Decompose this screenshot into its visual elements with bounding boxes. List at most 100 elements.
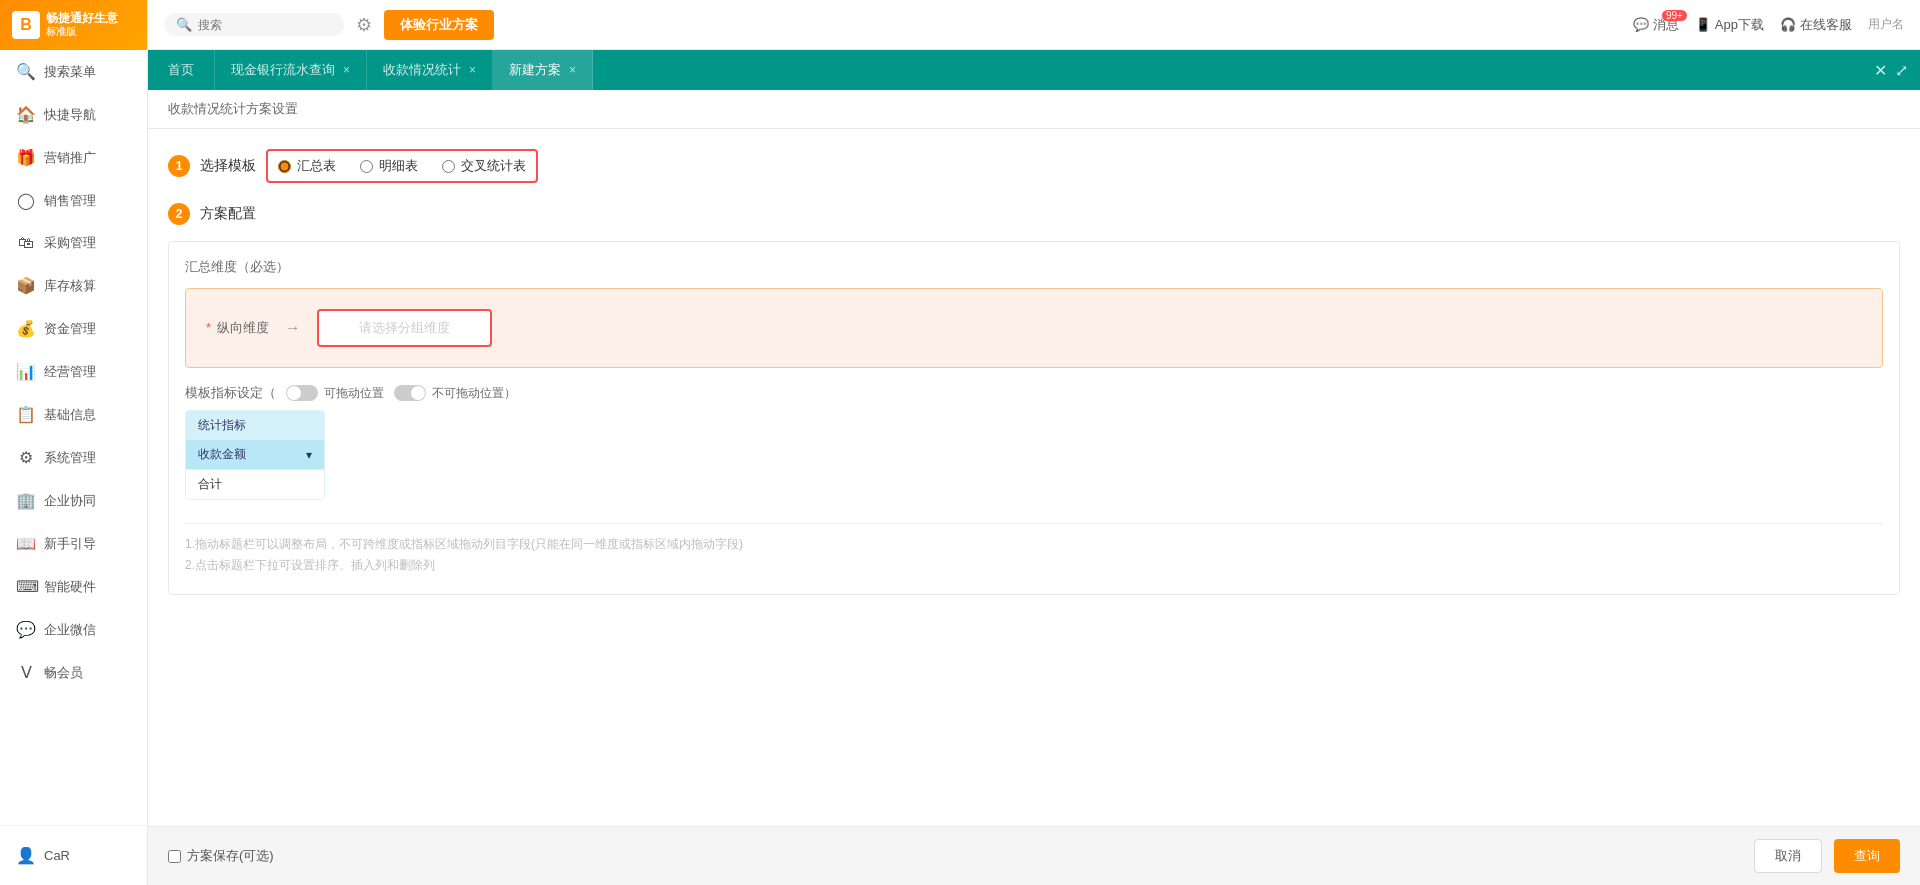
step2-title: 方案配置	[200, 205, 256, 223]
home-icon: 🏠	[16, 105, 36, 124]
trial-button[interactable]: 体验行业方案	[384, 10, 494, 40]
toggle-track-non-draggable[interactable]	[394, 385, 426, 401]
system-icon: ⚙	[16, 448, 36, 467]
enterprise-icon: 🏢	[16, 491, 36, 510]
tabbar: 首页 现金银行流水查询 × 收款情况统计 × 新建方案 × ✕ ⤢	[148, 50, 1920, 90]
sidebar-item-label: 库存核算	[44, 277, 96, 295]
step2-section: 2 方案配置 汇总维度（必选） * 纵向维度 → 请选择分组维度	[168, 203, 1900, 595]
template-options: 汇总表 明细表 交叉统计表	[266, 149, 538, 183]
inventory-icon: 📦	[16, 276, 36, 295]
service-icon: 🎧	[1780, 17, 1796, 32]
sidebar-item-label: 系统管理	[44, 449, 96, 467]
page-header: 收款情况统计方案设置	[148, 90, 1920, 129]
search-icon: 🔍	[176, 17, 192, 32]
form-container: 1 选择模板 汇总表 明细表 交叉统计表	[148, 129, 1920, 826]
tab-collection[interactable]: 收款情况统计 ×	[367, 50, 493, 90]
download-button[interactable]: 📱 App下载	[1695, 16, 1764, 34]
cancel-button[interactable]: 取消	[1754, 839, 1822, 873]
sidebar-item-finance[interactable]: 💰 资金管理	[0, 307, 147, 350]
save-checkbox[interactable]	[168, 850, 181, 863]
draggable-toggle[interactable]: 可拖动位置	[286, 385, 384, 402]
template-summary[interactable]: 汇总表	[278, 157, 336, 175]
close-window-icon[interactable]: ✕	[1874, 61, 1887, 80]
topbar-right: 💬 消息 99+ 📱 App下载 🎧 在线客服 用户名	[1633, 16, 1904, 34]
sidebar-item-label: CaR	[44, 848, 70, 863]
tab-collection-close[interactable]: ×	[469, 63, 476, 77]
query-button[interactable]: 查询	[1834, 839, 1900, 873]
sidebar-item-operations[interactable]: 📊 经营管理	[0, 350, 147, 393]
save-checkbox-label[interactable]: 方案保存(可选)	[168, 847, 274, 865]
search-box[interactable]: 🔍	[164, 13, 344, 36]
tab-new-plan[interactable]: 新建方案 ×	[493, 50, 593, 90]
sales-icon: ◯	[16, 191, 36, 210]
message-button[interactable]: 💬 消息 99+	[1633, 16, 1679, 34]
indicator-label: 模板指标设定（ 可拖动位置 不可拖	[185, 384, 1883, 402]
sidebar-item-wechat[interactable]: 💬 企业微信	[0, 608, 147, 651]
template-summary-label: 汇总表	[297, 157, 336, 175]
indicator-row-total: 合计	[186, 469, 324, 499]
vertical-dimension-label: * 纵向维度	[206, 319, 269, 337]
sidebar-item-hardware[interactable]: ⌨ 智能硬件	[0, 565, 147, 608]
basics-icon: 📋	[16, 405, 36, 424]
tab-bank[interactable]: 现金银行流水查询 ×	[215, 50, 367, 90]
hardware-icon: ⌨	[16, 577, 36, 596]
settings-icon[interactable]: ⚙	[356, 14, 372, 36]
app-name: 畅捷通好生意	[46, 11, 118, 25]
sidebar-item-label: 新手引导	[44, 535, 96, 553]
required-mark: *	[206, 320, 211, 335]
dimension-select[interactable]: 请选择分组维度	[317, 309, 492, 347]
toggle-thumb-non	[411, 386, 425, 400]
sidebar-item-label: 营销推广	[44, 149, 96, 167]
sidebar-item-label: 快捷导航	[44, 106, 96, 124]
sidebar-item-newbie[interactable]: 📖 新手引导	[0, 522, 147, 565]
tip1: 1.拖动标题栏可以调整布局，不可跨维度或指标区域拖动列目字段(只能在同一维度或指…	[185, 536, 1883, 553]
app-edition: 标准版	[46, 25, 118, 39]
template-cross[interactable]: 交叉统计表	[442, 157, 526, 175]
maximize-icon[interactable]: ⤢	[1895, 61, 1908, 80]
search-input[interactable]	[198, 18, 318, 32]
template-detail[interactable]: 明细表	[360, 157, 418, 175]
sidebar-item-search[interactable]: 🔍 搜索菜单	[0, 50, 147, 93]
sidebar-item-system[interactable]: ⚙ 系统管理	[0, 436, 147, 479]
config-section: 汇总维度（必选） * 纵向维度 → 请选择分组维度	[168, 241, 1900, 595]
indicator-row-label: 合计	[198, 477, 222, 491]
sidebar-item-basics[interactable]: 📋 基础信息	[0, 393, 147, 436]
sidebar-item-inventory[interactable]: 📦 库存核算	[0, 264, 147, 307]
template-summary-radio[interactable]	[278, 160, 291, 173]
tab-new-plan-label: 新建方案	[509, 61, 561, 79]
user-label[interactable]: 用户名	[1868, 16, 1904, 33]
indicator-col-header[interactable]: 收款金额 ▾	[186, 440, 324, 469]
non-draggable-label: 不可拖动位置）	[432, 385, 516, 402]
main-content: 🔍 ⚙ 体验行业方案 💬 消息 99+ 📱 App下载 🎧 在线客服 用户名 首…	[148, 0, 1920, 885]
template-detail-radio[interactable]	[360, 160, 373, 173]
search-icon: 🔍	[16, 62, 36, 81]
sidebar-item-avatar[interactable]: 👤 CaR	[0, 834, 147, 877]
tab-home[interactable]: 首页	[148, 50, 215, 90]
sidebar-item-label: 基础信息	[44, 406, 96, 424]
dropdown-icon[interactable]: ▾	[306, 448, 312, 462]
tips-section: 1.拖动标题栏可以调整布局，不可跨维度或指标区域拖动列目字段(只能在同一维度或指…	[185, 523, 1883, 574]
sidebar-item-label: 采购管理	[44, 234, 96, 252]
non-draggable-toggle: 不可拖动位置）	[394, 385, 516, 402]
service-button[interactable]: 🎧 在线客服	[1780, 16, 1852, 34]
template-cross-radio[interactable]	[442, 160, 455, 173]
sidebar-item-member[interactable]: Ⅴ 畅会员	[0, 651, 147, 694]
sidebar-item-purchase[interactable]: 🛍 采购管理	[0, 222, 147, 264]
sidebar-item-quick-nav[interactable]: 🏠 快捷导航	[0, 93, 147, 136]
tab-new-plan-close[interactable]: ×	[569, 63, 576, 77]
tab-collection-label: 收款情况统计	[383, 61, 461, 79]
toggle-track-draggable[interactable]	[286, 385, 318, 401]
sidebar-item-label: 企业微信	[44, 621, 96, 639]
tab-bank-close[interactable]: ×	[343, 63, 350, 77]
sidebar-item-enterprise[interactable]: 🏢 企业协同	[0, 479, 147, 522]
app-logo: B 畅捷通好生意 标准版	[0, 0, 147, 50]
sidebar-item-sales[interactable]: ◯ 销售管理	[0, 179, 147, 222]
download-icon: 📱	[1695, 17, 1711, 32]
sidebar-item-marketing[interactable]: 🎁 营销推广	[0, 136, 147, 179]
step2-header: 2 方案配置	[168, 203, 1900, 225]
page-footer: 方案保存(可选) 取消 查询	[148, 826, 1920, 885]
operations-icon: 📊	[16, 362, 36, 381]
template-cross-label: 交叉统计表	[461, 157, 526, 175]
sidebar-item-label: 销售管理	[44, 192, 96, 210]
indicator-table-header: 统计指标	[186, 411, 324, 440]
